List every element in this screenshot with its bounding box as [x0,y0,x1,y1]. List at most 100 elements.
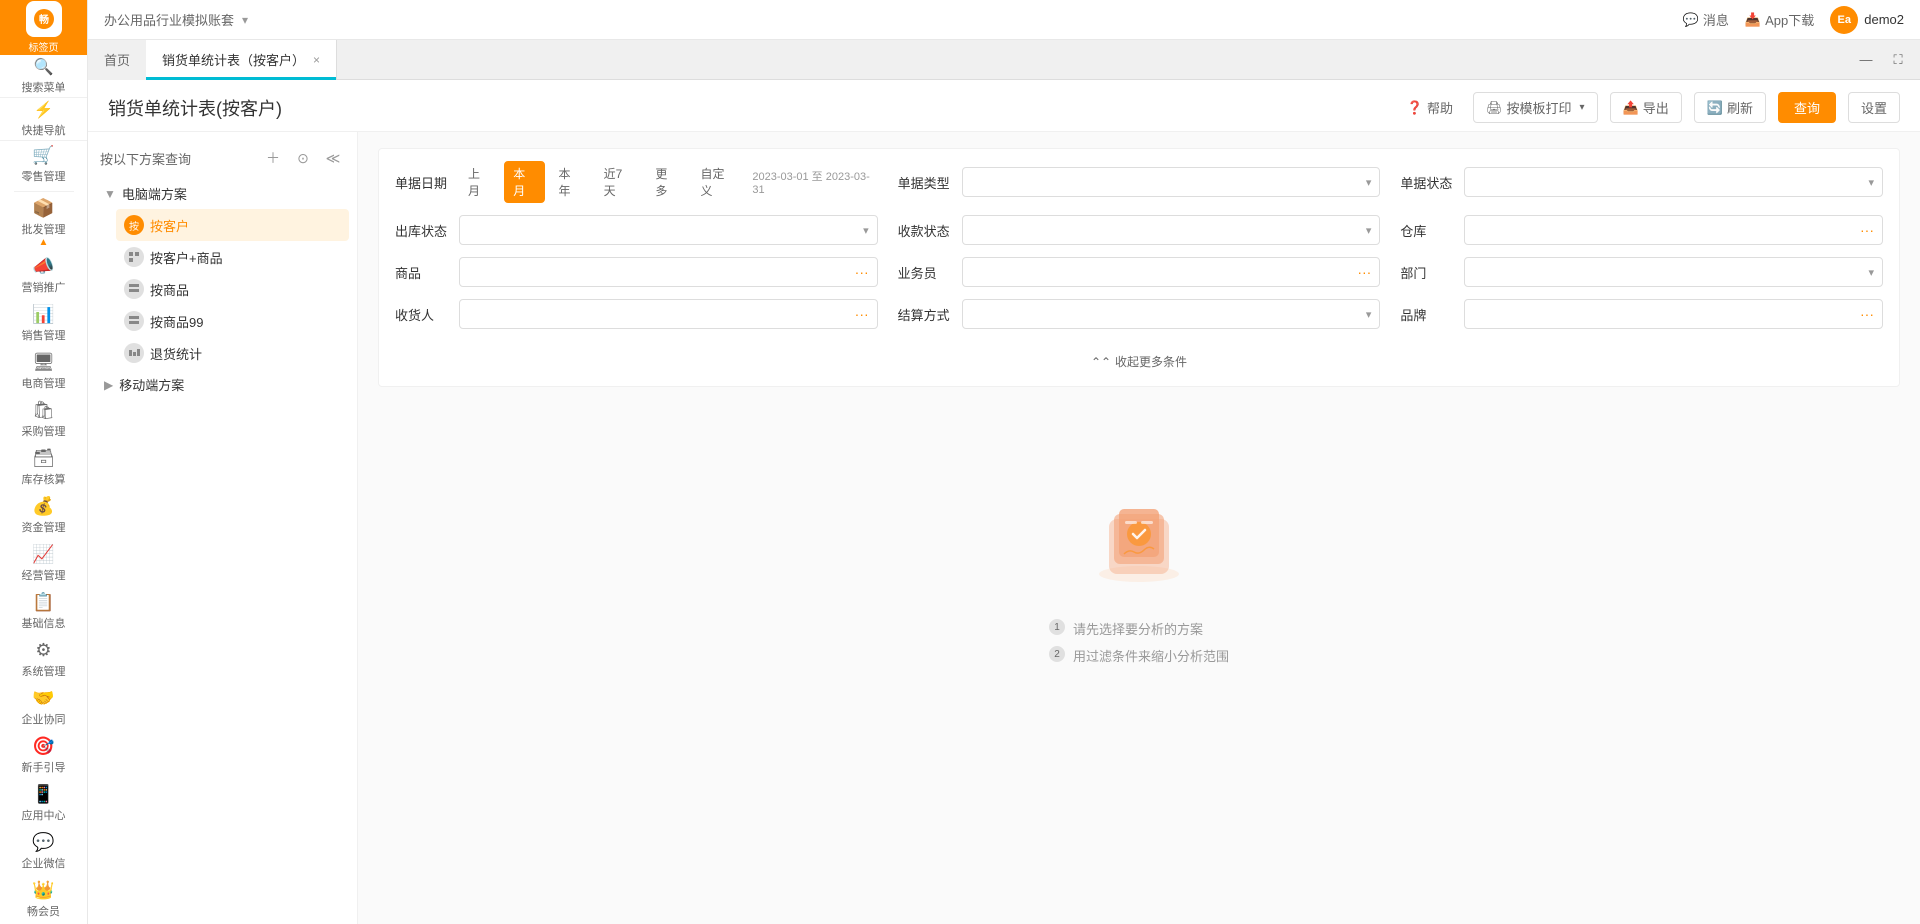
date-btn-7days[interactable]: 近7天 [595,161,643,203]
add-scheme-button[interactable]: ＋ [261,146,285,170]
salesperson-select[interactable]: ··· [962,257,1381,287]
doc-status-select[interactable]: ▾ [1464,167,1883,197]
refresh-button[interactable]: 🔄 刷新 [1694,92,1766,123]
sidebar-item-sales[interactable]: 📊 销售管理 [0,300,88,348]
top-bar: 办公用品行业模拟账套 ▾ 💬 消息 📥 App下载 Ea demo2 [88,0,1920,40]
message-button[interactable]: 💬 消息 [1683,10,1729,29]
sidebar-item-purchase[interactable]: 🛍 采购管理 [0,396,88,444]
member-icon: 👑 [32,880,54,901]
date-btn-this-month[interactable]: 本月 [504,161,545,203]
dropdown-arrow-icon[interactable]: ▾ [242,13,248,27]
receiver-dots-icon[interactable]: ··· [855,306,869,322]
sidebar-item-basic[interactable]: 📋 基础信息 [0,588,88,636]
marketing-icon: 📣 [32,256,54,277]
page-content: 销货单统计表(按客户) ❓ 帮助 🖨 按模板打印 ▾ 📤 导出 🔄 刷新 [88,80,1920,924]
purchase-icon: 🛍 [32,400,55,421]
system-label: 系统管理 [22,663,66,679]
collapse-button[interactable]: ⌃⌃ 收起更多条件 [1079,349,1199,374]
salesperson-dots-icon[interactable]: ··· [1357,264,1371,280]
customer-goods-icon [124,247,144,267]
customer-scheme-icon: 按 [124,215,144,235]
sidebar-item-finance[interactable]: 💰 资金管理 [0,492,88,540]
goods-filter-label: 商品 [395,263,451,282]
sidebar-item-wechat[interactable]: 💬 企业微信 [0,828,88,876]
app-logo[interactable]: 畅 标签页 [0,0,88,55]
sales-icon: 📊 [32,304,54,325]
settlement-label: 结算方式 [898,305,954,324]
app-download-button[interactable]: 📥 App下载 [1745,10,1814,29]
sidebar-item-retail[interactable]: 🛒 零售管理 [0,141,88,189]
sidebar-item-quicknav[interactable]: ⚡ 快捷导航 [0,98,88,141]
brand-select[interactable]: ··· [1464,299,1883,329]
left-panel-header: 按以下方案查询 ＋ ⊙ ≪ [88,142,357,178]
goods-select[interactable]: ··· [459,257,878,287]
main-content: 办公用品行业模拟账套 ▾ 💬 消息 📥 App下载 Ea demo2 首页 [88,0,1920,924]
doc-type-label: 单据类型 [898,173,954,192]
tree-desktop-parent[interactable]: ▼ 电脑端方案 [96,178,349,209]
desktop-expand-icon: ▼ [104,187,116,201]
goods-label: 按商品 [150,280,189,299]
tab-home[interactable]: 首页 [88,40,146,80]
right-panel: 单据日期 上月 本月 本年 近7天 更多 自定义 2023-03-01 至 20… [358,132,1920,924]
sidebar-item-member[interactable]: 👑 畅会员 [0,876,88,924]
sidebar-item-inventory[interactable]: 🗃 库存核算 [0,444,88,492]
doc-type-select[interactable]: ▾ [962,167,1381,197]
tree-mobile-parent[interactable]: ▶ 移动端方案 [96,369,349,400]
collapse-panel-button[interactable]: ≪ [321,146,345,170]
user-profile[interactable]: Ea demo2 [1830,6,1904,34]
filter-brand: 品牌 ··· [1400,299,1883,329]
edit-scheme-button[interactable]: ⊙ [291,146,315,170]
filter-receiver: 收货人 ··· [395,299,878,329]
brand-dots-icon[interactable]: ··· [1860,306,1874,322]
query-button[interactable]: 查询 [1778,92,1836,123]
sidebar-item-marketing[interactable]: 📣 营销推广 [0,252,88,300]
refresh-icon: 🔄 [1707,100,1723,116]
tab-minimize-button[interactable]: — [1852,46,1880,74]
out-status-select[interactable]: ▾ [459,215,878,245]
receipt-status-select[interactable]: ▾ [962,215,1381,245]
sidebar-item-system[interactable]: ⚙ 系统管理 [0,636,88,684]
wholesale-icon: 📦 [32,198,54,219]
tab-maximize-button[interactable]: ⛶ [1884,46,1912,74]
finance-icon: 💰 [32,496,54,517]
tab-sales-stats[interactable]: 销货单统计表（按客户） × [146,40,337,80]
date-btn-this-year[interactable]: 本年 [549,161,590,203]
sidebar-item-ecommerce[interactable]: 🖥 电商管理 [0,348,88,396]
sidebar-item-enterprise[interactable]: 🤝 企业协同 [0,684,88,732]
tree-item-return-stats[interactable]: 退货统计 [116,337,349,369]
dept-arrow-icon: ▾ [1868,266,1874,279]
filter-receipt-status: 收款状态 ▾ [898,215,1381,245]
print-button[interactable]: 🖨 按模板打印 ▾ [1473,92,1598,123]
date-btn-last-month[interactable]: 上月 [459,161,500,203]
help-button[interactable]: ❓ 帮助 [1399,94,1461,121]
empty-tips: 1 请先选择要分析的方案 2 用过滤条件来缩小分析范围 [1049,619,1229,665]
goods-dots-icon[interactable]: ··· [855,264,869,280]
dept-select[interactable]: ▾ [1464,257,1883,287]
receiver-select[interactable]: ··· [459,299,878,329]
sidebar-item-operations[interactable]: 📈 经营管理 [0,540,88,588]
sidebar-item-newbie[interactable]: 🎯 新手引导 [0,732,88,780]
tree-item-by-goods99[interactable]: 按商品99 [116,305,349,337]
date-btn-more[interactable]: 更多 [646,161,687,203]
settings-button[interactable]: 设置 [1848,92,1900,123]
tree-item-by-customer[interactable]: 按 按客户 [116,209,349,241]
tree-item-by-goods[interactable]: 按商品 [116,273,349,305]
return-stats-icon [124,343,144,363]
tab-active-indicator [146,77,336,80]
sidebar-item-wholesale[interactable]: 📦 批发管理 ▲ [0,193,88,251]
sidebar-item-search[interactable]: 🔍 搜索菜单 [0,55,88,98]
export-button[interactable]: 📤 导出 [1610,92,1682,123]
tree-item-by-customer-goods[interactable]: 按客户+商品 [116,241,349,273]
settlement-select[interactable]: ▾ [962,299,1381,329]
date-range-text: 2023-03-01 至 2023-03-31 [752,168,877,196]
date-btn-custom[interactable]: 自定义 [692,161,745,203]
tab-close-button[interactable]: × [313,53,320,67]
sidebar: 畅 标签页 🔍 搜索菜单 ⚡ 快捷导航 🛒 零售管理 📦 批发管理 ▲ 📣 营销… [0,0,88,924]
warehouse-dots-icon[interactable]: ··· [1860,222,1874,238]
warehouse-select[interactable]: ··· [1464,215,1883,245]
inventory-label: 库存核算 [22,471,66,487]
member-label: 畅会员 [27,903,60,919]
sidebar-item-appcenter[interactable]: 📱 应用中心 [0,780,88,828]
quicknav-label: 快捷导航 [22,122,66,138]
tree-children: 按 按客户 按客户+商品 [96,209,349,369]
